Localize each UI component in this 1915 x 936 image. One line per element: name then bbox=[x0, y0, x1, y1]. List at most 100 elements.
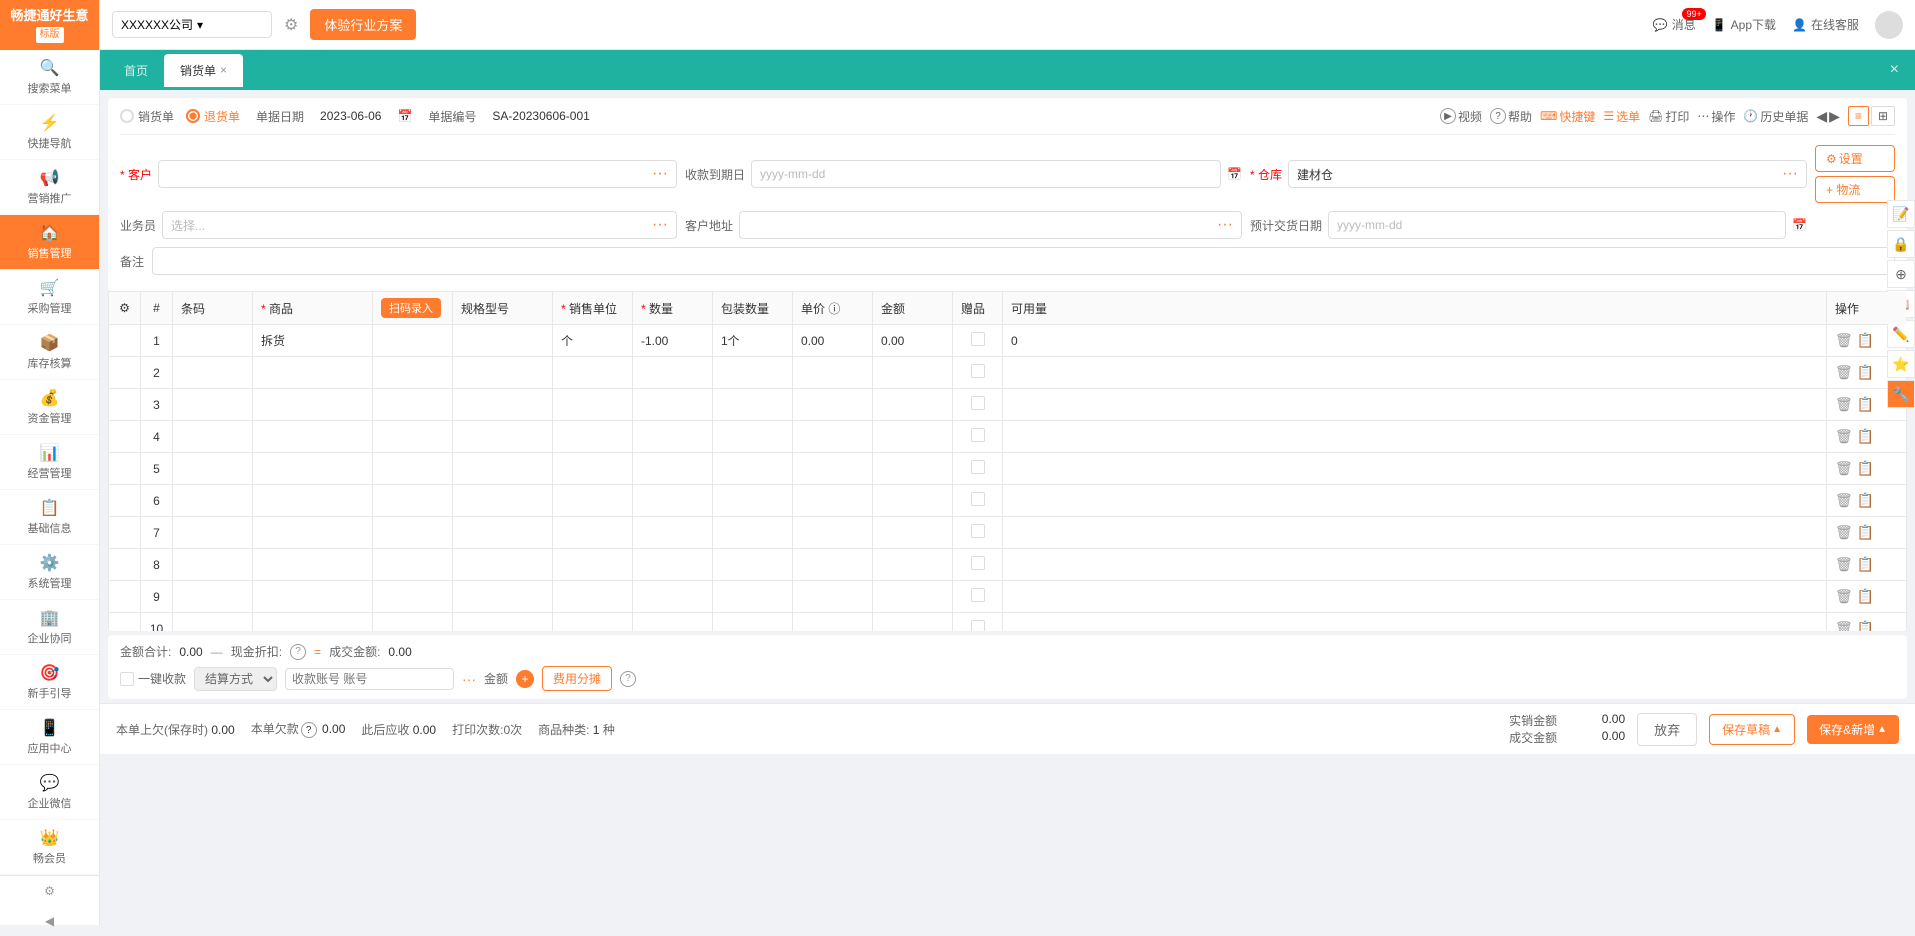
sidebar-item-finance[interactable]: 💰 资金管理 bbox=[0, 380, 99, 435]
tab-home[interactable]: 首页 bbox=[108, 54, 164, 87]
table-settings-icon[interactable]: ⚙ bbox=[119, 301, 130, 315]
col-settings[interactable]: ⚙ bbox=[109, 292, 141, 325]
copy-icon[interactable]: 📋 bbox=[1857, 588, 1874, 605]
sidebar-collapse-btn[interactable]: ◀ bbox=[0, 906, 99, 936]
radio-return[interactable]: 退货单 bbox=[186, 108, 240, 125]
account-input[interactable] bbox=[285, 668, 454, 690]
sidebar-item-search[interactable]: 🔍 搜索菜单 bbox=[0, 50, 99, 105]
calendar-icon[interactable]: 📅 bbox=[397, 109, 412, 123]
app-download-btn[interactable]: 📱 App下载 bbox=[1712, 16, 1776, 33]
trial-btn[interactable]: 体验行业方案 bbox=[310, 9, 416, 40]
sidebar-item-member[interactable]: 👑 畅会员 bbox=[0, 820, 99, 875]
tab-close-icon[interactable]: × bbox=[220, 63, 227, 77]
salesperson-more-icon[interactable]: ··· bbox=[652, 216, 668, 234]
sidebar-item-system[interactable]: ⚙️ 系统管理 bbox=[0, 545, 99, 600]
delete-icon[interactable]: 🗑 bbox=[1835, 492, 1853, 509]
print-action-btn[interactable]: 🖨 打印 bbox=[1648, 108, 1689, 125]
delete-icon[interactable]: 🗑 bbox=[1835, 332, 1853, 349]
expense-help-icon[interactable]: ? bbox=[620, 671, 636, 687]
sidebar-item-wechat[interactable]: 💬 企业微信 bbox=[0, 765, 99, 820]
float-btn-1[interactable]: 📝 bbox=[1887, 200, 1915, 228]
col-scan[interactable]: 扫码录入 bbox=[373, 292, 453, 325]
list-view-btn[interactable]: ≡ bbox=[1848, 106, 1869, 126]
add-payment-btn[interactable]: + bbox=[516, 670, 534, 688]
cash-discount-help-icon[interactable]: ? bbox=[290, 644, 306, 660]
discard-btn[interactable]: 放弃 bbox=[1637, 713, 1697, 746]
message-btn[interactable]: 💬 消息 99+ bbox=[1653, 16, 1696, 33]
tab-sales-order[interactable]: 销货单 × bbox=[164, 54, 243, 87]
account-more-icon[interactable]: ··· bbox=[462, 671, 476, 687]
due-date-input[interactable]: yyyy-mm-dd bbox=[751, 160, 1221, 188]
logistics-btn[interactable]: + 物流 bbox=[1815, 176, 1895, 203]
next-arrow[interactable]: ▶ bbox=[1829, 108, 1840, 125]
delivery-calendar-icon[interactable]: 📅 bbox=[1792, 218, 1807, 232]
sidebar-item-inventory[interactable]: 📦 库存核算 bbox=[0, 325, 99, 380]
row-pack-qty[interactable]: 1个 bbox=[713, 325, 793, 357]
user-avatar[interactable] bbox=[1875, 11, 1903, 39]
shortcut-action-btn[interactable]: ⌨ 快捷键 bbox=[1540, 108, 1595, 125]
delete-icon[interactable]: 🗑 bbox=[1835, 428, 1853, 445]
copy-icon[interactable]: 📋 bbox=[1857, 460, 1874, 477]
row-unit-price[interactable]: 0.00 bbox=[793, 325, 873, 357]
sidebar-item-basic-info[interactable]: 📋 基础信息 bbox=[0, 490, 99, 545]
delete-icon[interactable]: 🗑 bbox=[1835, 556, 1853, 573]
grid-view-btn[interactable]: ⊞ bbox=[1871, 106, 1895, 126]
sidebar-item-purchase[interactable]: 🛒 采购管理 bbox=[0, 270, 99, 325]
tab-close-main-icon[interactable]: × bbox=[1882, 61, 1907, 79]
setting-btn[interactable]: ⚙ 设置 bbox=[1815, 145, 1895, 172]
warehouse-more-icon[interactable]: ··· bbox=[1782, 165, 1798, 183]
expense-split-btn[interactable]: 费用分摊 bbox=[542, 666, 612, 691]
row-amount[interactable]: 0.00 bbox=[873, 325, 953, 357]
save-draft-btn[interactable]: 保存草稿 ▲ bbox=[1709, 714, 1795, 745]
company-selector[interactable]: XXXXXX公司 ▾ bbox=[112, 11, 272, 38]
sidebar-item-operations[interactable]: 📊 经营管理 bbox=[0, 435, 99, 490]
copy-icon[interactable]: 📋 bbox=[1857, 492, 1874, 509]
row-unit[interactable]: 个 bbox=[553, 325, 633, 357]
customer-more-icon[interactable]: ··· bbox=[652, 165, 668, 183]
save-new-btn[interactable]: 保存&新增 ▲ bbox=[1807, 715, 1899, 744]
delete-icon[interactable]: 🗑 bbox=[1835, 588, 1853, 605]
sidebar-item-sales[interactable]: 🏠 销售管理 bbox=[0, 215, 99, 270]
float-btn-3[interactable]: ⊕ bbox=[1887, 260, 1915, 288]
copy-icon[interactable]: 📋 bbox=[1857, 428, 1874, 445]
delete-icon[interactable]: 🗑 bbox=[1835, 460, 1853, 477]
settings-gear-icon[interactable]: ⚙ bbox=[280, 11, 302, 39]
float-btn-7[interactable]: 🔧 bbox=[1887, 380, 1915, 408]
sidebar-settings-btn[interactable]: ⚙ bbox=[0, 876, 99, 906]
sidebar-item-guide[interactable]: 🎯 新手引导 bbox=[0, 655, 99, 710]
float-btn-6[interactable]: ⭐ bbox=[1887, 350, 1915, 378]
copy-icon[interactable]: 📋 bbox=[1857, 364, 1874, 381]
video-action-btn[interactable]: ▶ 视频 bbox=[1440, 108, 1482, 125]
delivery-date-input[interactable]: yyyy-mm-dd bbox=[1328, 211, 1786, 239]
sidebar-item-app-center[interactable]: 📱 应用中心 bbox=[0, 710, 99, 765]
warehouse-input[interactable]: 建材仓 ··· bbox=[1288, 160, 1807, 188]
row-spec[interactable] bbox=[453, 325, 553, 357]
address-more-icon[interactable]: ··· bbox=[1217, 216, 1233, 234]
customer-input[interactable]: ··· bbox=[158, 160, 677, 188]
row-gift[interactable] bbox=[953, 325, 1003, 357]
one-click-payment-checkbox[interactable]: 一键收款 bbox=[120, 670, 186, 687]
prev-arrow[interactable]: ◀ bbox=[1816, 108, 1827, 125]
copy-icon[interactable]: 📋 bbox=[1857, 556, 1874, 573]
remark-input[interactable] bbox=[152, 247, 1895, 275]
delete-icon[interactable]: 🗑 bbox=[1835, 396, 1853, 413]
copy-icon[interactable]: 📋 bbox=[1857, 396, 1874, 413]
scan-btn[interactable]: 扫码录入 bbox=[381, 298, 441, 318]
salesperson-input[interactable]: 选择... ··· bbox=[162, 211, 677, 239]
row-product[interactable]: 拆货 bbox=[253, 325, 373, 357]
sidebar-item-enterprise[interactable]: 🏢 企业协同 bbox=[0, 600, 99, 655]
sidebar-item-quick-nav[interactable]: ⚡ 快捷导航 bbox=[0, 105, 99, 160]
filter-action-btn[interactable]: ☰ 选单 bbox=[1603, 108, 1640, 125]
delete-icon[interactable]: 🗑 bbox=[1835, 524, 1853, 541]
sidebar-item-marketing[interactable]: 📢 营销推广 bbox=[0, 160, 99, 215]
history-action-btn[interactable]: 🕐 历史单据 bbox=[1743, 108, 1808, 125]
delete-icon[interactable]: 🗑 bbox=[1835, 364, 1853, 381]
address-input[interactable]: ··· bbox=[739, 211, 1242, 239]
copy-icon[interactable]: 📋 bbox=[1857, 524, 1874, 541]
row-quantity[interactable]: -1.00 bbox=[633, 325, 713, 357]
help-action-btn[interactable]: ? 帮助 bbox=[1490, 108, 1532, 125]
copy-icon[interactable]: 📋 bbox=[1857, 332, 1874, 349]
row-barcode[interactable] bbox=[173, 325, 253, 357]
due-date-calendar-icon[interactable]: 📅 bbox=[1227, 167, 1242, 181]
float-btn-2[interactable]: 🔒 bbox=[1887, 230, 1915, 258]
